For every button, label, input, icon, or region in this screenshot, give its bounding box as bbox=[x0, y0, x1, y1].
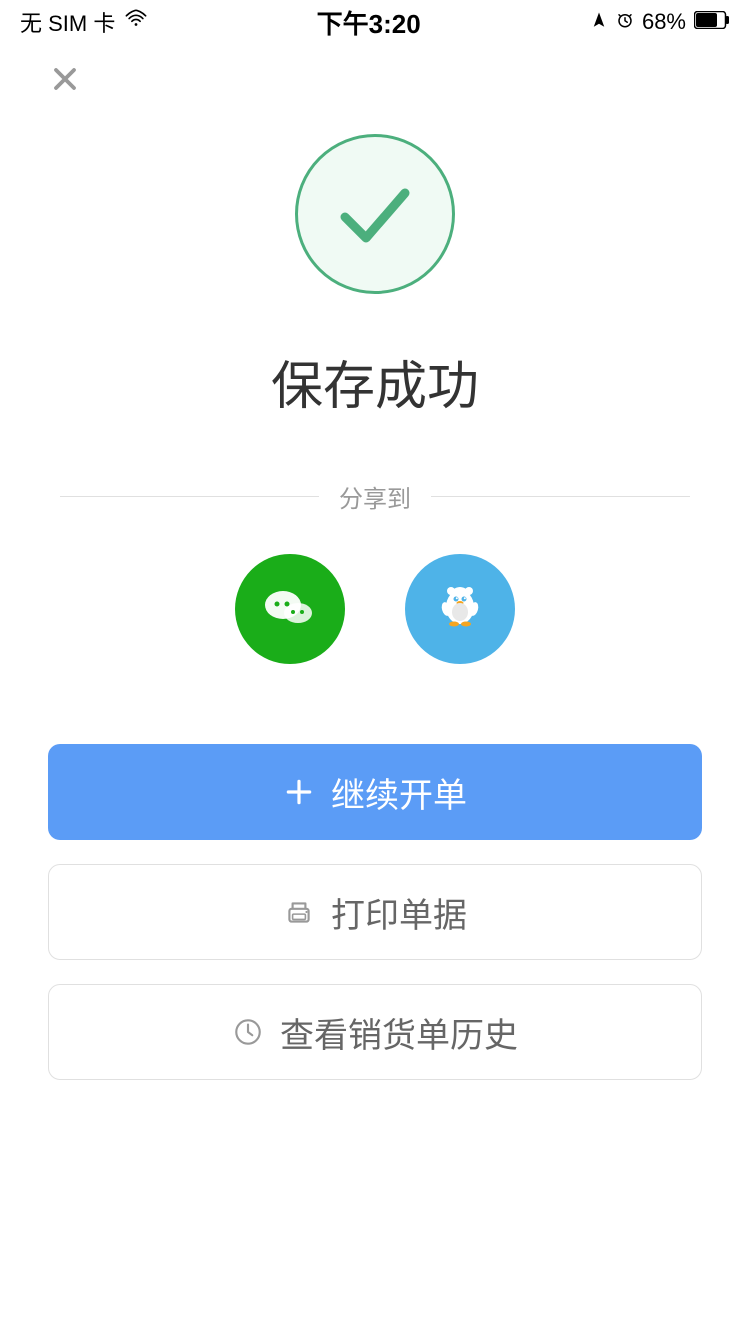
wechat-icon bbox=[258, 577, 322, 641]
battery-icon bbox=[694, 9, 730, 35]
divider-line-right bbox=[431, 496, 690, 497]
continue-button-label: 继续开单 bbox=[331, 768, 467, 817]
close-button[interactable] bbox=[40, 54, 90, 104]
success-circle bbox=[295, 134, 455, 294]
qq-share-button[interactable] bbox=[405, 554, 515, 664]
wechat-share-button[interactable] bbox=[235, 554, 345, 664]
status-bar: 无 SIM 卡 下午3:20 68% bbox=[0, 0, 750, 44]
share-icons bbox=[235, 554, 515, 664]
battery-text: 68% bbox=[642, 9, 686, 35]
print-button-label: 打印单据 bbox=[331, 888, 467, 937]
success-title: 保存成功 bbox=[271, 344, 479, 419]
status-right: 68% bbox=[590, 9, 730, 35]
history-icon bbox=[232, 1016, 264, 1048]
wifi-icon bbox=[125, 8, 147, 36]
status-left: 无 SIM 卡 bbox=[20, 6, 147, 38]
share-label: 分享到 bbox=[319, 479, 431, 514]
printer-icon bbox=[283, 896, 315, 928]
history-button-label: 查看销货单历史 bbox=[280, 1008, 518, 1057]
main-content: 保存成功 分享到 bbox=[0, 44, 750, 1080]
alarm-icon bbox=[616, 9, 634, 35]
plus-icon bbox=[283, 776, 315, 808]
qq-icon bbox=[428, 577, 492, 641]
status-time: 下午3:20 bbox=[317, 4, 421, 41]
no-sim-text: 无 SIM 卡 bbox=[20, 6, 115, 38]
action-buttons: 继续开单 打印单据 查看销货单历史 bbox=[0, 744, 750, 1080]
history-button[interactable]: 查看销货单历史 bbox=[48, 984, 702, 1080]
share-divider: 分享到 bbox=[0, 479, 750, 514]
print-button[interactable]: 打印单据 bbox=[48, 864, 702, 960]
divider-line-left bbox=[60, 496, 319, 497]
continue-button[interactable]: 继续开单 bbox=[48, 744, 702, 840]
checkmark-icon bbox=[330, 169, 420, 259]
location-icon bbox=[590, 9, 608, 35]
